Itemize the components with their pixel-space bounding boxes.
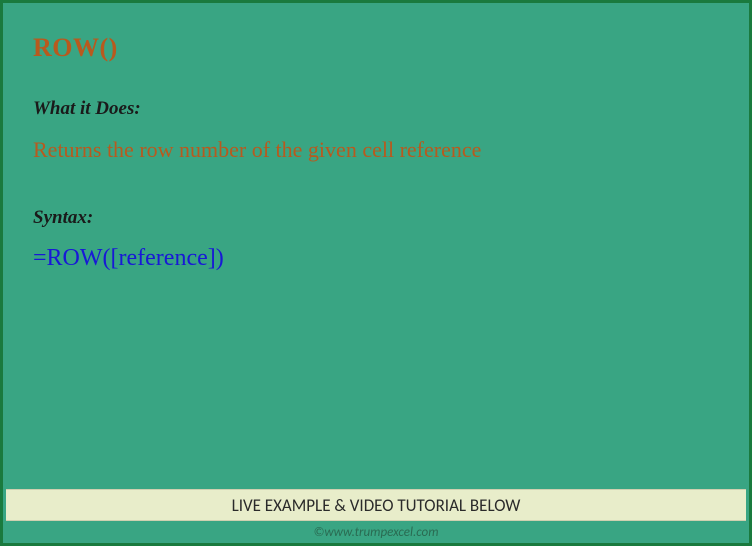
what-it-does-label: What it Does: [33, 98, 719, 120]
function-description: Returns the row number of the given cell… [33, 136, 719, 165]
watermark-text: ©www.trumpexcel.com [3, 525, 749, 540]
syntax-label: Syntax: [33, 207, 719, 229]
footer-banner: LIVE EXAMPLE & VIDEO TUTORIAL BELOW [6, 489, 746, 521]
function-syntax: =ROW([reference]) [33, 245, 719, 272]
content-area: ROW() What it Does: Returns the row numb… [3, 3, 749, 272]
function-title: ROW() [33, 33, 719, 63]
